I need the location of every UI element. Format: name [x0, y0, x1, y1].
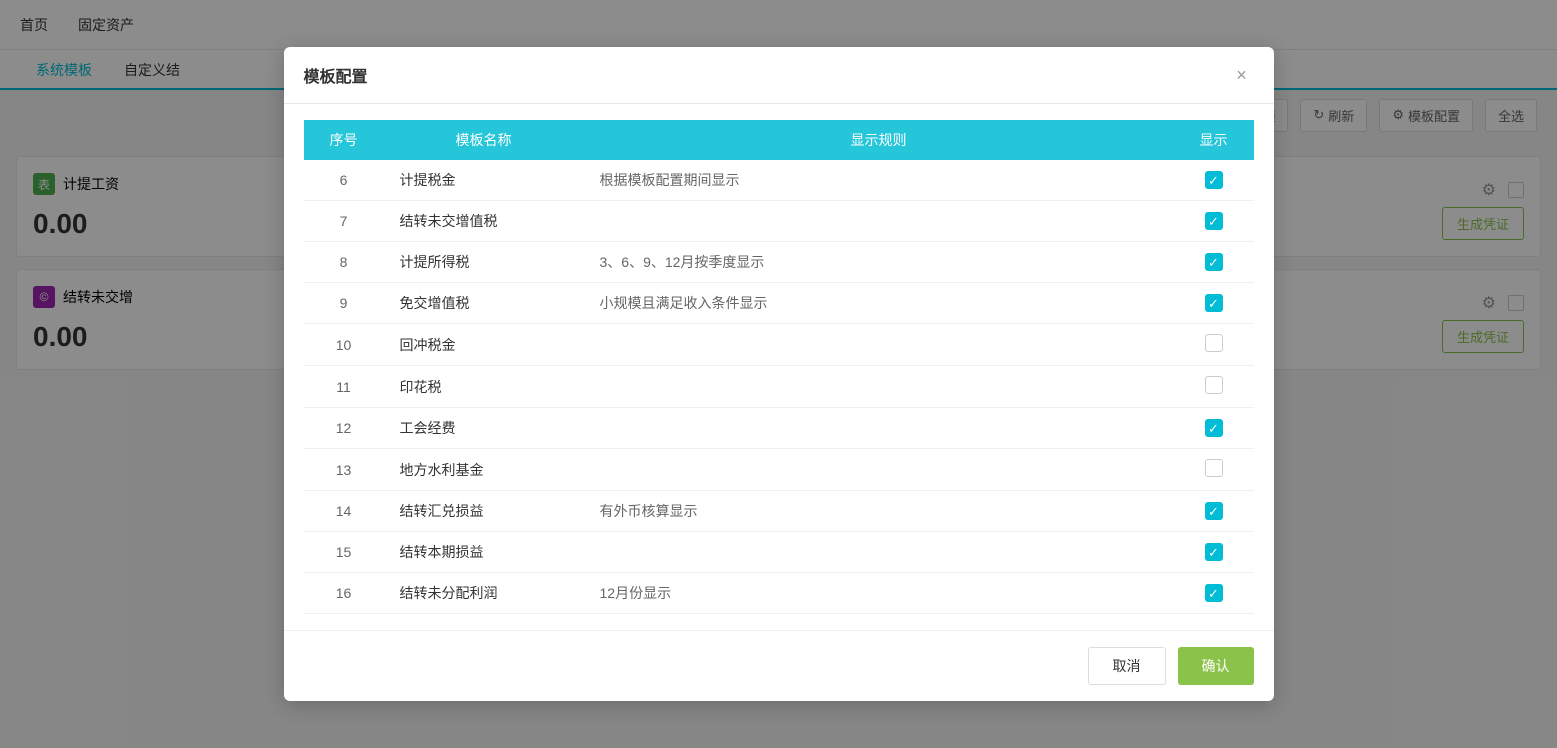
table-row: 6计提税金根据模板配置期间显示 [304, 160, 1254, 201]
col-header-rule: 显示规则 [584, 120, 1174, 160]
cell-id: 6 [304, 160, 384, 201]
table-row: 8计提所得税3、6、9、12月按季度显示 [304, 242, 1254, 283]
cell-name: 计提所得税 [384, 242, 584, 283]
cell-rule [584, 408, 1174, 449]
table-row: 16结转未分配利润12月份显示 [304, 573, 1254, 614]
checkbox-row-6[interactable] [1205, 171, 1223, 189]
confirm-button[interactable]: 确认 [1178, 647, 1254, 685]
checkbox-row-9[interactable] [1205, 294, 1223, 312]
checkbox-row-12[interactable] [1205, 419, 1223, 437]
cell-rule [584, 201, 1174, 242]
cancel-button[interactable]: 取消 [1088, 647, 1166, 685]
dialog-body: 序号 模板名称 显示规则 显示 6计提税金根据模板配置期间显示7结转未交增值税8… [284, 104, 1274, 630]
cell-name: 免交增值税 [384, 283, 584, 324]
table-row: 15结转本期损益 [304, 532, 1254, 573]
col-header-id: 序号 [304, 120, 384, 160]
table-row: 9免交增值税小规模且满足收入条件显示 [304, 283, 1254, 324]
table-row: 14结转汇兑损益有外币核算显示 [304, 491, 1254, 532]
cell-display [1174, 532, 1254, 573]
cell-id: 14 [304, 491, 384, 532]
cell-display [1174, 201, 1254, 242]
cell-display [1174, 283, 1254, 324]
col-header-name: 模板名称 [384, 120, 584, 160]
cell-id: 12 [304, 408, 384, 449]
table-header-row: 序号 模板名称 显示规则 显示 [304, 120, 1254, 160]
modal-overlay: 模板配置 × 序号 模板名称 显示规则 显示 6计提税金根据模板配置期间显示7结… [0, 0, 1557, 748]
cell-name: 结转未分配利润 [384, 573, 584, 614]
cell-rule: 小规模且满足收入条件显示 [584, 283, 1174, 324]
cell-display [1174, 449, 1254, 491]
cell-rule [584, 532, 1174, 573]
cell-name: 印花税 [384, 366, 584, 408]
cell-name: 结转本期损益 [384, 532, 584, 573]
cell-id: 16 [304, 573, 384, 614]
dialog-title: 模板配置 [304, 63, 368, 87]
cell-rule: 3、6、9、12月按季度显示 [584, 242, 1174, 283]
cell-name: 工会经费 [384, 408, 584, 449]
dialog-footer: 取消 确认 [284, 630, 1274, 701]
cell-rule: 根据模板配置期间显示 [584, 160, 1174, 201]
table-row: 13地方水利基金 [304, 449, 1254, 491]
cell-display [1174, 324, 1254, 366]
checkbox-row-15[interactable] [1205, 543, 1223, 561]
dialog-header: 模板配置 × [284, 47, 1274, 104]
dialog-close-button[interactable]: × [1230, 63, 1254, 87]
checkbox-row-11[interactable] [1205, 376, 1223, 394]
cell-name: 结转汇兑损益 [384, 491, 584, 532]
cell-display [1174, 491, 1254, 532]
cell-display [1174, 160, 1254, 201]
table-row: 12工会经费 [304, 408, 1254, 449]
cell-display [1174, 573, 1254, 614]
cell-id: 11 [304, 366, 384, 408]
cell-rule [584, 449, 1174, 491]
cell-id: 15 [304, 532, 384, 573]
checkbox-row-7[interactable] [1205, 212, 1223, 230]
table-row: 11印花税 [304, 366, 1254, 408]
checkbox-row-14[interactable] [1205, 502, 1223, 520]
cell-name: 地方水利基金 [384, 449, 584, 491]
checkbox-row-8[interactable] [1205, 253, 1223, 271]
cell-name: 结转未交增值税 [384, 201, 584, 242]
cell-id: 8 [304, 242, 384, 283]
checkbox-row-13[interactable] [1205, 459, 1223, 477]
cell-display [1174, 366, 1254, 408]
col-header-display: 显示 [1174, 120, 1254, 160]
config-table: 序号 模板名称 显示规则 显示 6计提税金根据模板配置期间显示7结转未交增值税8… [304, 120, 1254, 614]
cell-id: 9 [304, 283, 384, 324]
cell-id: 7 [304, 201, 384, 242]
table-row: 7结转未交增值税 [304, 201, 1254, 242]
cell-rule: 12月份显示 [584, 573, 1174, 614]
cell-display [1174, 408, 1254, 449]
cell-id: 13 [304, 449, 384, 491]
cell-display [1174, 242, 1254, 283]
cell-id: 10 [304, 324, 384, 366]
cell-rule [584, 366, 1174, 408]
checkbox-row-10[interactable] [1205, 334, 1223, 352]
template-config-dialog: 模板配置 × 序号 模板名称 显示规则 显示 6计提税金根据模板配置期间显示7结… [284, 47, 1274, 701]
cell-name: 回冲税金 [384, 324, 584, 366]
cell-rule: 有外币核算显示 [584, 491, 1174, 532]
cell-name: 计提税金 [384, 160, 584, 201]
table-row: 10回冲税金 [304, 324, 1254, 366]
cell-rule [584, 324, 1174, 366]
checkbox-row-16[interactable] [1205, 584, 1223, 602]
